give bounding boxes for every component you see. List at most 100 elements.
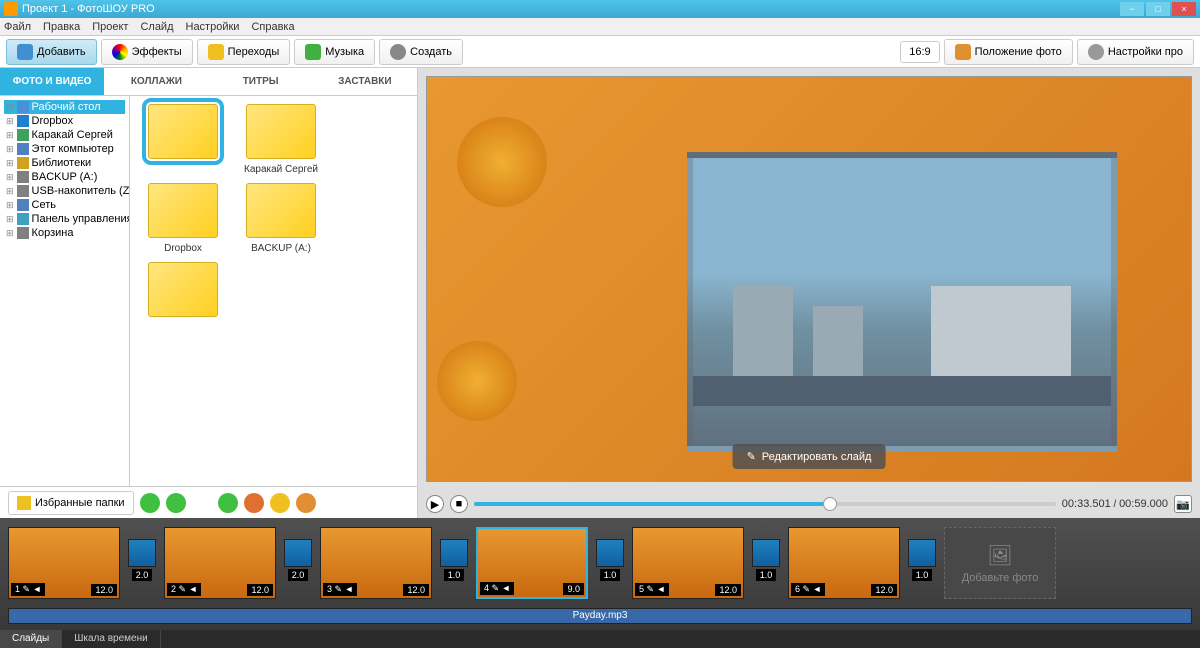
- folder-icon: [17, 143, 29, 155]
- play-button[interactable]: ▶: [426, 495, 444, 513]
- tab-photo-video[interactable]: ФОТО И ВИДЕО: [0, 68, 104, 95]
- tree-item[interactable]: ⊞Библиотеки: [4, 156, 125, 170]
- add-slide-button[interactable]: 🖼Добавьте фото: [944, 527, 1056, 599]
- left-panel: ФОТО И ВИДЕО КОЛЛАЖИ ТИТРЫ ЗАСТАВКИ ⊞Раб…: [0, 68, 418, 518]
- content-tabs: ФОТО И ВИДЕО КОЛЛАЖИ ТИТРЫ ЗАСТАВКИ: [0, 68, 417, 96]
- menu-file[interactable]: Файл: [4, 21, 31, 33]
- folder-open-icon[interactable]: [296, 493, 316, 513]
- timeline-slide[interactable]: 4 ✎ ◄9.0: [476, 527, 588, 599]
- camera-icon: [17, 44, 33, 60]
- tree-item[interactable]: ⊞Корзина: [4, 226, 125, 240]
- photo-icon: [955, 44, 971, 60]
- transition[interactable]: 1.0: [594, 539, 626, 587]
- folder-star-icon: [17, 496, 31, 510]
- folder-icon: [17, 185, 29, 197]
- menu-settings[interactable]: Настройки: [186, 21, 240, 33]
- transitions-button[interactable]: Переходы: [197, 39, 291, 65]
- folder-icon: [17, 227, 29, 239]
- transition[interactable]: 1.0: [438, 539, 470, 587]
- menu-slide[interactable]: Слайд: [140, 21, 173, 33]
- photo-frame: [687, 152, 1117, 452]
- folder-thumb[interactable]: BACKUP (A:): [236, 183, 326, 254]
- tree-item[interactable]: ⊞Панель управления: [4, 212, 125, 226]
- tree-item[interactable]: ⊞Сеть: [4, 198, 125, 212]
- forward-icon[interactable]: [166, 493, 186, 513]
- transition[interactable]: 1.0: [906, 539, 938, 587]
- maximize-button[interactable]: □: [1146, 2, 1170, 16]
- time-display: 00:33.501 / 00:59.000: [1062, 498, 1168, 510]
- seek-slider[interactable]: [474, 502, 1056, 506]
- disc-icon: [390, 44, 406, 60]
- transition[interactable]: 1.0: [750, 539, 782, 587]
- tree-item[interactable]: ⊞BACKUP (A:): [4, 170, 125, 184]
- timeline-slide[interactable]: 1 ✎ ◄12.0: [8, 527, 120, 599]
- timeline-slide[interactable]: 3 ✎ ◄12.0: [320, 527, 432, 599]
- folder-thumb[interactable]: Каракай Сергей: [236, 104, 326, 175]
- stop-button[interactable]: ■: [450, 495, 468, 513]
- folder-thumb[interactable]: Dropbox: [138, 183, 228, 254]
- bottom-tabs: Слайды Шкала времени: [0, 630, 1200, 648]
- music-button[interactable]: Музыка: [294, 39, 375, 65]
- folder-icon: [17, 115, 29, 127]
- slide-preview[interactable]: ✎ Редактировать слайд: [426, 76, 1192, 482]
- menu-project[interactable]: Проект: [92, 21, 128, 33]
- transition-icon: [908, 539, 936, 567]
- pencil-icon: ✎: [747, 450, 756, 463]
- preview-area: ✎ Редактировать слайд ▶ ■ 00:33.501 / 00…: [418, 68, 1200, 518]
- snapshot-button[interactable]: 📷: [1174, 495, 1192, 513]
- timeline-slide[interactable]: 6 ✎ ◄12.0: [788, 527, 900, 599]
- window-title: Проект 1 - ФотоШОУ PRO: [22, 3, 155, 15]
- folder-icon: [17, 129, 29, 141]
- transition[interactable]: 2.0: [282, 539, 314, 587]
- transition-icon: [440, 539, 468, 567]
- leaf-decoration: [437, 341, 517, 421]
- folder-thumb[interactable]: [138, 262, 228, 321]
- edit-slide-button[interactable]: ✎ Редактировать слайд: [733, 444, 886, 469]
- home-icon[interactable]: [244, 493, 264, 513]
- timeline-slide[interactable]: 5 ✎ ◄12.0: [632, 527, 744, 599]
- download-icon[interactable]: [218, 493, 238, 513]
- folder-icon: [17, 157, 29, 169]
- aspect-ratio-button[interactable]: 16:9: [900, 41, 939, 63]
- menu-edit[interactable]: Правка: [43, 21, 80, 33]
- audio-track[interactable]: Payday.mp3: [8, 608, 1192, 624]
- transition-icon: [284, 539, 312, 567]
- tree-item[interactable]: ⊞Каракай Сергей: [4, 128, 125, 142]
- position-button[interactable]: Положение фото: [944, 39, 1073, 65]
- add-button[interactable]: Добавить: [6, 39, 97, 65]
- tree-item[interactable]: ⊞Dropbox: [4, 114, 125, 128]
- tree-item[interactable]: ⊞USB-накопитель (Z:): [4, 184, 125, 198]
- favorites-button[interactable]: Избранные папки: [8, 491, 134, 515]
- folder-icon[interactable]: [270, 493, 290, 513]
- minimize-button[interactable]: −: [1120, 2, 1144, 16]
- slider-thumb[interactable]: [823, 497, 837, 511]
- effects-button[interactable]: Эффекты: [101, 39, 193, 65]
- tab-titles[interactable]: ТИТРЫ: [209, 68, 313, 95]
- folder-tree[interactable]: ⊞Рабочий стол⊞Dropbox⊞Каракай Сергей⊞Это…: [0, 96, 130, 486]
- transition-icon: [128, 539, 156, 567]
- transition[interactable]: 2.0: [126, 539, 158, 587]
- titlebar: Проект 1 - ФотоШОУ PRO − □ ×: [0, 0, 1200, 18]
- create-button[interactable]: Создать: [379, 39, 463, 65]
- timeline-slide[interactable]: 2 ✎ ◄12.0: [164, 527, 276, 599]
- menu-help[interactable]: Справка: [251, 21, 294, 33]
- menubar: Файл Правка Проект Слайд Настройки Справ…: [0, 18, 1200, 36]
- left-footer: Избранные папки: [0, 486, 417, 518]
- tab-timeline[interactable]: Шкала времени: [62, 630, 160, 648]
- tree-item[interactable]: ⊞Рабочий стол: [4, 100, 125, 114]
- folder-icon: [17, 213, 29, 225]
- tree-item[interactable]: ⊞Этот компьютер: [4, 142, 125, 156]
- music-note-icon: [305, 44, 321, 60]
- folder-icon: [17, 199, 29, 211]
- thumbnail-grid: Каракай СергейDropboxBACKUP (A:): [130, 96, 417, 486]
- project-settings-button[interactable]: Настройки про: [1077, 39, 1194, 65]
- back-icon[interactable]: [140, 493, 160, 513]
- folder-icon: [17, 171, 29, 183]
- tab-slides[interactable]: Слайды: [0, 630, 62, 648]
- close-button[interactable]: ×: [1172, 2, 1196, 16]
- tab-intros[interactable]: ЗАСТАВКИ: [313, 68, 417, 95]
- star-icon: [208, 44, 224, 60]
- timeline: 1 ✎ ◄12.02.02 ✎ ◄12.02.03 ✎ ◄12.01.04 ✎ …: [0, 518, 1200, 630]
- tab-collages[interactable]: КОЛЛАЖИ: [104, 68, 208, 95]
- folder-thumb[interactable]: [138, 104, 228, 175]
